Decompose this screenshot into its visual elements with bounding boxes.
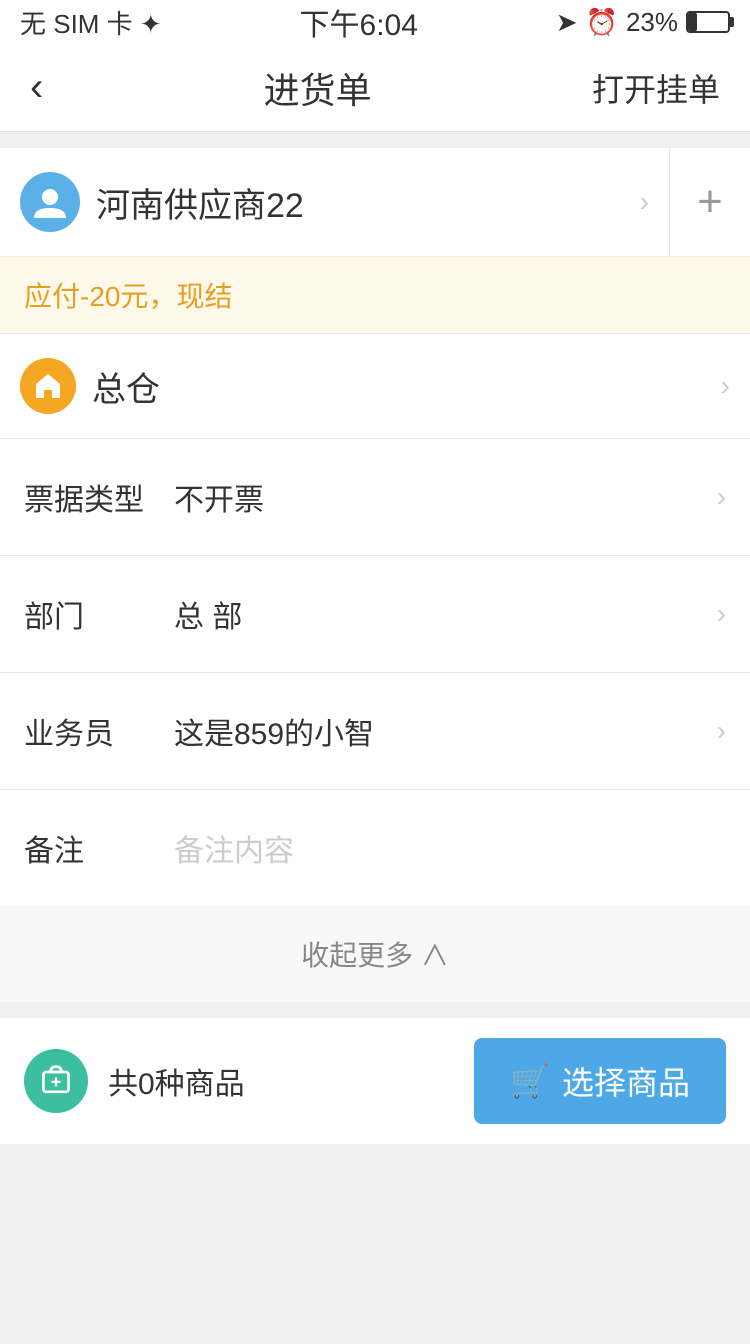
user-icon [32, 184, 68, 220]
department-chevron-icon: › [717, 598, 726, 630]
add-supplier-button[interactable]: + [670, 148, 750, 256]
select-product-cart-icon: 🛒 [510, 1062, 550, 1100]
battery-icon [686, 11, 730, 33]
product-icon-bg [24, 1049, 88, 1113]
separator-1 [0, 132, 750, 148]
supplier-selector[interactable]: 河南供应商22 › [0, 148, 670, 256]
page-title: 进货单 [264, 62, 372, 114]
status-left: 无 SIM 卡 ✦ [20, 4, 162, 41]
remark-value[interactable]: 备注内容 [174, 826, 726, 870]
salesperson-value: 这是859的小智 [174, 709, 697, 753]
collapse-button[interactable]: 收起更多 ∧ [0, 906, 750, 1002]
status-right: ➤ ⏰ 23% [556, 7, 730, 38]
nav-bar: ‹ 进货单 打开挂单 [0, 44, 750, 132]
bottom-bar: 共0种商品 🛒 选择商品 [0, 1018, 750, 1144]
warehouse-name: 总仓 [92, 362, 705, 411]
salesperson-label: 业务员 [24, 709, 154, 753]
invoice-type-chevron-icon: › [717, 481, 726, 513]
alarm-icon: ⏰ [586, 7, 618, 38]
location-icon: ➤ [556, 7, 578, 38]
warehouse-chevron-icon: › [721, 370, 730, 402]
home-icon [32, 370, 64, 402]
invoice-type-value: 不开票 [174, 475, 697, 519]
cart-icon [38, 1063, 74, 1099]
supplier-section: 河南供应商22 › + [0, 148, 750, 256]
form-section: 票据类型 不开票 › 部门 总 部 › 业务员 这是859的小智 › 备注 备注… [0, 439, 750, 906]
open-pending-button[interactable]: 打开挂单 [592, 65, 720, 111]
empty-area [0, 1144, 750, 1344]
select-product-label: 选择商品 [562, 1058, 690, 1104]
product-count-text: 共0种商品 [108, 1059, 454, 1103]
sim-label: 无 SIM 卡 ✦ [20, 4, 162, 41]
status-bar: 无 SIM 卡 ✦ 下午6:04 ➤ ⏰ 23% [0, 0, 750, 44]
invoice-type-row[interactable]: 票据类型 不开票 › [0, 439, 750, 555]
notice-text: 应付-20元，现结 [24, 281, 232, 312]
supplier-chevron-icon: › [640, 186, 649, 218]
remark-label: 备注 [24, 826, 154, 870]
notice-banner: 应付-20元，现结 [0, 256, 750, 333]
salesperson-chevron-icon: › [717, 715, 726, 747]
supplier-avatar [20, 172, 80, 232]
warehouse-row[interactable]: 总仓 › [0, 334, 750, 438]
department-value: 总 部 [174, 592, 697, 636]
salesperson-row[interactable]: 业务员 这是859的小智 › [0, 673, 750, 789]
supplier-name: 河南供应商22 [96, 178, 624, 227]
select-product-button[interactable]: 🛒 选择商品 [474, 1038, 726, 1124]
department-row[interactable]: 部门 总 部 › [0, 556, 750, 672]
status-time: 下午6:04 [300, 0, 418, 44]
remark-row[interactable]: 备注 备注内容 [0, 790, 750, 906]
department-label: 部门 [24, 592, 154, 636]
back-button[interactable]: ‹ [30, 65, 43, 110]
battery-percent: 23% [626, 7, 678, 38]
invoice-type-label: 票据类型 [24, 475, 154, 519]
warehouse-icon-bg [20, 358, 76, 414]
